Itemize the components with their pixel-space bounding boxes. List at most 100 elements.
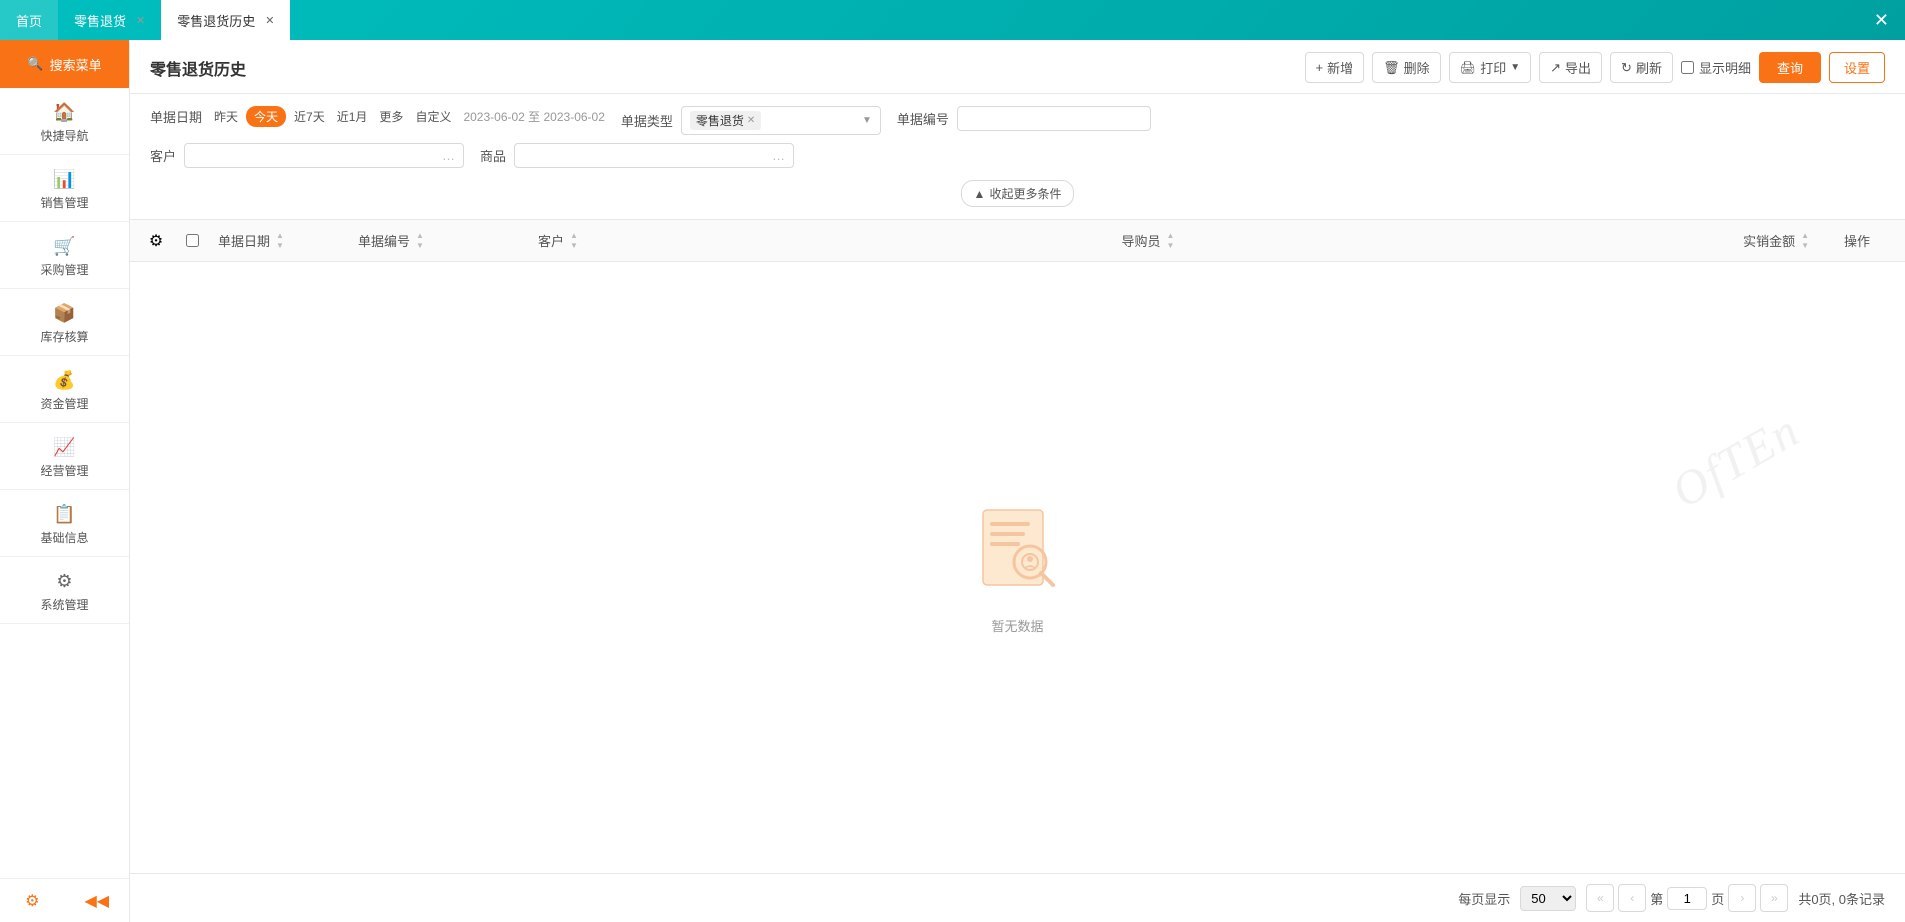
customer-filter-group: 客户 … xyxy=(150,143,464,168)
sidebar-settings-button[interactable]: ⚙ xyxy=(0,879,65,922)
page-header: 零售退货历史 + 新增 🗑 删除 🖨 打印 ▼ xyxy=(130,40,1905,94)
column-settings-button[interactable]: ⚙ xyxy=(138,231,174,251)
th-guide-label: 导购员 xyxy=(1122,231,1161,250)
bill-type-tag-value: 零售退货 xyxy=(696,112,744,129)
tab-home-label: 首页 xyxy=(16,11,42,30)
sidebar-item-operations-label: 经营管理 xyxy=(40,462,88,479)
th-customer[interactable]: 客户 ▲▼ xyxy=(530,231,1114,250)
query-button[interactable]: 查询 xyxy=(1759,52,1821,83)
main-layout: 🔍 搜索菜单 🏠 快捷导航 📊 销售管理 🛒 采购管理 📦 库存核算 💰 资金管… xyxy=(0,40,1905,922)
bill-no-filter-group: 单据编号 xyxy=(897,106,1151,131)
bill-no-label: 单据编号 xyxy=(897,109,949,128)
th-action-label: 操作 xyxy=(1844,231,1870,250)
first-page-button[interactable]: « xyxy=(1586,884,1614,912)
collapse-filter-button[interactable]: ▲ 收起更多条件 xyxy=(961,180,1075,207)
shortcut-more[interactable]: 更多 xyxy=(375,106,407,127)
sidebar-item-inventory-label: 库存核算 xyxy=(40,328,88,345)
bill-type-dropdown-icon: ▼ xyxy=(862,115,872,126)
tab-retail-return-history-close[interactable]: ✕ xyxy=(265,14,274,27)
select-all-checkbox[interactable] xyxy=(174,234,210,247)
th-date-sort[interactable]: ▲▼ xyxy=(276,231,284,250)
th-amount[interactable]: 实销金额 ▲▼ xyxy=(1697,231,1817,250)
page-title: 零售退货历史 xyxy=(150,56,246,80)
bill-type-select[interactable]: 零售退货 ✕ ▼ xyxy=(681,106,881,135)
content-area: 零售退货历史 + 新增 🗑 删除 🖨 打印 ▼ xyxy=(130,40,1905,922)
th-guide[interactable]: 导购员 ▲▼ xyxy=(1114,231,1698,250)
delete-button[interactable]: 🗑 删除 xyxy=(1372,52,1441,83)
goods-placeholder: … xyxy=(772,148,785,163)
bill-type-tag-close[interactable]: ✕ xyxy=(747,115,755,126)
export-label: 导出 xyxy=(1565,58,1591,77)
tab-retail-return-history[interactable]: 零售退货历史 ✕ xyxy=(161,0,290,40)
filter-row-1: 单据日期 昨天 今天 近7天 近1月 更多 自定义 2023-06-02 至 2… xyxy=(150,106,1885,135)
shortcut-1month[interactable]: 近1月 xyxy=(333,106,372,127)
empty-icon xyxy=(958,500,1078,600)
shortcut-custom[interactable]: 自定义 xyxy=(411,106,455,127)
shortcut-yesterday[interactable]: 昨天 xyxy=(210,106,242,127)
th-guide-sort[interactable]: ▲▼ xyxy=(1167,231,1175,250)
purchase-icon: 🛒 xyxy=(53,236,75,257)
display-detail-toggle[interactable]: 显示明细 xyxy=(1681,58,1751,77)
shortcut-7days[interactable]: 近7天 xyxy=(290,106,329,127)
print-button[interactable]: 🖨 打印 ▼ xyxy=(1449,52,1531,83)
search-icon: 🔍 xyxy=(27,56,43,72)
collapse-icon: ▲ xyxy=(974,187,986,201)
tab-retail-return[interactable]: 零售退货 ✕ xyxy=(58,0,161,40)
print-icon: 🖨 xyxy=(1460,60,1477,76)
sidebar-audio-button[interactable]: ◀◀ xyxy=(65,879,130,922)
sidebar-item-sales[interactable]: 📊 销售管理 xyxy=(0,155,129,222)
table-container: ⚙ 单据日期 ▲▼ 单据编号 ▲▼ 客户 ▲▼ 导购员 xyxy=(130,220,1905,922)
th-customer-sort[interactable]: ▲▼ xyxy=(570,231,578,250)
next-page-button[interactable]: › xyxy=(1728,884,1756,912)
sidebar-item-quick-nav[interactable]: 🏠 快捷导航 xyxy=(0,88,129,155)
last-page-button[interactable]: » xyxy=(1760,884,1788,912)
system-icon: ⚙ xyxy=(56,571,72,592)
sidebar-search[interactable]: 🔍 搜索菜单 xyxy=(0,40,129,88)
th-customer-label: 客户 xyxy=(538,231,564,250)
th-date[interactable]: 单据日期 ▲▼ xyxy=(210,231,350,250)
filter-area: 单据日期 昨天 今天 近7天 近1月 更多 自定义 2023-06-02 至 2… xyxy=(130,94,1905,220)
tab-retail-return-history-label: 零售退货历史 xyxy=(177,11,255,30)
go-to-unit: 页 xyxy=(1711,889,1724,908)
bill-no-input[interactable] xyxy=(957,106,1151,131)
sales-icon: 📊 xyxy=(53,169,75,190)
bill-type-filter-group: 单据类型 零售退货 ✕ ▼ xyxy=(621,106,881,135)
new-button[interactable]: + 新增 xyxy=(1305,52,1365,83)
shortcut-today[interactable]: 今天 xyxy=(246,106,286,127)
tab-retail-return-close[interactable]: ✕ xyxy=(136,14,145,27)
th-billno-sort[interactable]: ▲▼ xyxy=(416,231,424,250)
sidebar-item-system[interactable]: ⚙ 系统管理 xyxy=(0,557,129,624)
th-billno[interactable]: 单据编号 ▲▼ xyxy=(350,231,530,250)
sidebar-item-finance[interactable]: 💰 资金管理 xyxy=(0,356,129,423)
export-button[interactable]: ↗ 导出 xyxy=(1539,52,1602,83)
customer-input[interactable]: … xyxy=(184,143,464,168)
new-icon: + xyxy=(1316,60,1324,75)
date-filter-label: 单据日期 xyxy=(150,107,202,126)
th-action: 操作 xyxy=(1817,231,1897,250)
goods-filter-group: 商品 … xyxy=(480,143,794,168)
th-amount-sort[interactable]: ▲▼ xyxy=(1801,231,1809,250)
sidebar-item-basic-info[interactable]: 📋 基础信息 xyxy=(0,490,129,557)
th-amount-label: 实销金额 xyxy=(1743,231,1795,250)
inventory-icon: 📦 xyxy=(53,303,75,324)
setting-button[interactable]: 设置 xyxy=(1829,52,1885,83)
page-size-label: 每页显示 xyxy=(1458,889,1510,908)
prev-page-button[interactable]: ‹ xyxy=(1618,884,1646,912)
finance-icon: 💰 xyxy=(53,370,75,391)
bill-type-label: 单据类型 xyxy=(621,111,673,130)
sidebar-item-system-label: 系统管理 xyxy=(40,596,88,613)
sidebar-item-inventory[interactable]: 📦 库存核算 xyxy=(0,289,129,356)
tab-home[interactable]: 首页 xyxy=(0,0,58,40)
refresh-button[interactable]: ↻ 刷新 xyxy=(1610,52,1673,83)
display-detail-checkbox[interactable] xyxy=(1681,61,1694,74)
select-all-input[interactable] xyxy=(186,234,199,247)
sidebar-item-operations[interactable]: 📈 经营管理 xyxy=(0,423,129,490)
sidebar: 🔍 搜索菜单 🏠 快捷导航 📊 销售管理 🛒 采购管理 📦 库存核算 💰 资金管… xyxy=(0,40,130,922)
bill-type-tag: 零售退货 ✕ xyxy=(690,111,761,130)
sidebar-item-purchase[interactable]: 🛒 采购管理 xyxy=(0,222,129,289)
page-input[interactable] xyxy=(1667,887,1707,910)
page-size-select[interactable]: 50 10 20 100 xyxy=(1520,886,1576,911)
window-close-button[interactable]: ✕ xyxy=(1858,10,1905,31)
goods-input[interactable]: … xyxy=(514,143,794,168)
export-icon: ↗ xyxy=(1550,60,1561,76)
